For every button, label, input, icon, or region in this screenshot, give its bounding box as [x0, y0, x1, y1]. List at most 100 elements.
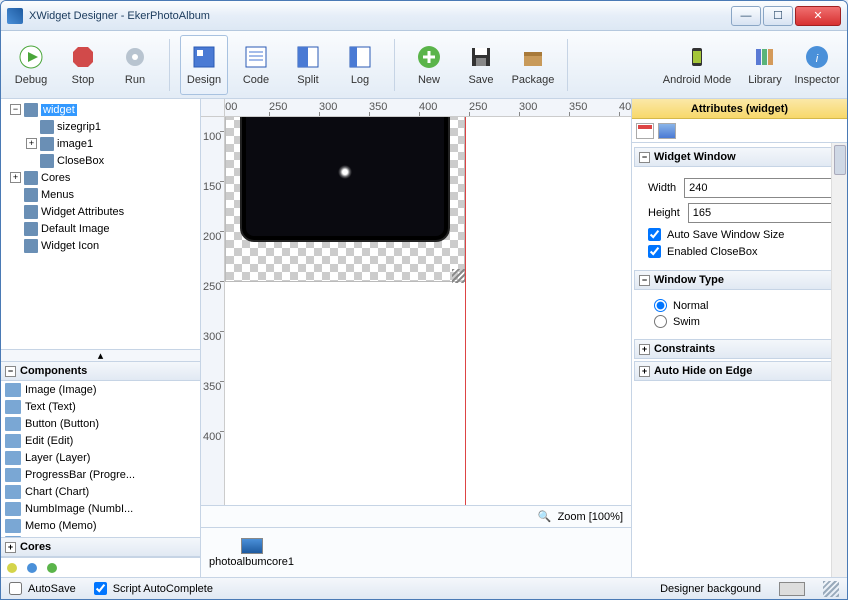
wintype-swim-radio[interactable] — [654, 315, 667, 328]
tree-splitter[interactable]: ▴ — [1, 349, 200, 361]
component-item[interactable]: Image (Image) — [1, 381, 200, 398]
width-input[interactable]: ▲▼ — [684, 178, 847, 198]
expand-icon[interactable]: − — [10, 104, 21, 115]
component-label: Button (Button) — [25, 418, 99, 430]
status-dot-yellow[interactable] — [7, 563, 17, 573]
code-icon — [242, 43, 270, 71]
tree-item[interactable]: Widget Attributes — [3, 203, 198, 220]
section-constraints[interactable]: +Constraints — [634, 339, 845, 359]
library-icon — [751, 43, 779, 71]
resize-grip[interactable] — [823, 581, 839, 597]
widget-preview[interactable] — [240, 117, 450, 242]
attr-tab-cube[interactable] — [658, 123, 676, 139]
tree-item[interactable]: −widget — [3, 101, 198, 118]
component-icon — [5, 383, 21, 397]
component-item[interactable]: NumbImage (NumbI... — [1, 500, 200, 517]
component-item[interactable]: Chart (Chart) — [1, 483, 200, 500]
new-button[interactable]: New — [405, 35, 453, 95]
android-icon — [683, 43, 711, 71]
zoom-bar: 🔍 Zoom [100%] — [201, 505, 631, 527]
design-button[interactable]: Design — [180, 35, 228, 95]
components-list[interactable]: Image (Image)Text (Text) Button (Button) E… — [1, 381, 200, 537]
component-label: Memo (Memo) — [25, 520, 97, 532]
attributes-tabs — [632, 119, 847, 143]
info-icon: i — [803, 43, 831, 71]
component-item[interactable]: Text (Text) — [1, 398, 200, 415]
main-toolbar: Debug Stop Run Design Code Split Log New… — [1, 31, 847, 99]
cores-header[interactable]: +Cores — [1, 537, 200, 557]
package-button[interactable]: Package — [509, 35, 557, 95]
status-autocomplete-checkbox[interactable] — [94, 582, 107, 595]
ruler-corner — [201, 99, 225, 117]
design-canvas[interactable] — [225, 117, 631, 505]
tree-item[interactable]: +image1 — [3, 135, 198, 152]
tree-item[interactable]: CloseBox — [3, 152, 198, 169]
app-icon — [7, 8, 23, 24]
component-item[interactable]: Edit (Edit) — [1, 432, 200, 449]
section-window-type[interactable]: −Window Type — [634, 270, 845, 290]
tree-node-label: Widget Icon — [41, 240, 99, 252]
designer-bg-swatch[interactable] — [779, 582, 805, 596]
component-item[interactable]: Memo (Memo) — [1, 517, 200, 534]
attr-tab-general[interactable] — [636, 123, 654, 139]
wintype-normal-radio[interactable] — [654, 299, 667, 312]
save-button[interactable]: Save — [457, 35, 505, 95]
tree-node-label: CloseBox — [57, 155, 104, 167]
stop-button[interactable]: Stop — [59, 35, 107, 95]
components-header[interactable]: −Components — [1, 361, 200, 381]
widget-tree[interactable]: −widgetsizegrip1+image1 CloseBox + Cores Men… — [1, 99, 200, 349]
tree-item[interactable]: Menus — [3, 186, 198, 203]
tree-item[interactable]: Widget Icon — [3, 237, 198, 254]
log-button[interactable]: Log — [336, 35, 384, 95]
tree-node-label: Default Image — [41, 223, 109, 235]
ruler-horizontal: 200250300350400250300350400 — [225, 99, 631, 117]
component-icon — [5, 417, 21, 431]
plus-icon — [415, 43, 443, 71]
closebox-checkbox[interactable] — [648, 245, 661, 258]
tree-node-icon — [24, 103, 38, 117]
section-autohide[interactable]: +Auto Hide on Edge — [634, 361, 845, 381]
guide-line — [465, 117, 466, 505]
tree-item[interactable]: sizegrip1 — [3, 118, 198, 135]
section-widget-window[interactable]: −Widget Window — [634, 147, 845, 167]
status-autosave-checkbox[interactable] — [9, 582, 22, 595]
tree-node-icon — [40, 154, 54, 168]
autosave-checkbox[interactable] — [648, 228, 661, 241]
code-button[interactable]: Code — [232, 35, 280, 95]
attributes-scrollbar[interactable] — [831, 143, 847, 577]
window-title: XWidget Designer - EkerPhotoAlbum — [29, 10, 731, 22]
tree-item[interactable]: Default Image — [3, 220, 198, 237]
left-panel: −widgetsizegrip1+image1 CloseBox + Cores Men… — [1, 99, 201, 577]
attributes-body: −Widget Window Width ▲▼ Height ▲▼ Auto S… — [632, 143, 847, 577]
minimize-button[interactable]: — — [731, 6, 761, 26]
core-thumb[interactable]: photoalbumcore1 — [209, 538, 294, 568]
component-item[interactable]: Layer (Layer) — [1, 449, 200, 466]
log-icon — [346, 43, 374, 71]
maximize-button[interactable]: ☐ — [763, 6, 793, 26]
status-dot-blue[interactable] — [27, 563, 37, 573]
core-icon — [241, 538, 263, 554]
split-button[interactable]: Split — [284, 35, 332, 95]
component-item[interactable]: ProgressBar (Progre... — [1, 466, 200, 483]
expand-icon[interactable]: + — [26, 138, 37, 149]
tree-item[interactable]: + Cores — [3, 169, 198, 186]
expand-icon[interactable]: + — [10, 172, 21, 183]
debug-button[interactable]: Debug — [7, 35, 55, 95]
status-dot-green[interactable] — [47, 563, 57, 573]
zoom-label[interactable]: Zoom [100%] — [558, 511, 623, 523]
component-icon — [5, 485, 21, 499]
inspector-button[interactable]: iInspector — [793, 35, 841, 95]
height-input[interactable]: ▲▼ — [688, 203, 847, 223]
tree-node-label: Cores — [41, 172, 70, 184]
component-item[interactable]: Button (Button) — [1, 415, 200, 432]
left-footer — [1, 557, 200, 577]
widget-bounds[interactable] — [225, 117, 465, 282]
sizegrip-handle[interactable] — [452, 269, 466, 283]
android-mode-button[interactable]: Android Mode — [657, 35, 737, 95]
close-button[interactable]: ✕ — [795, 6, 841, 26]
split-icon — [294, 43, 322, 71]
component-icon — [5, 519, 21, 533]
app-window: XWidget Designer - EkerPhotoAlbum — ☐ ✕ … — [0, 0, 848, 600]
library-button[interactable]: Library — [741, 35, 789, 95]
run-button[interactable]: Run — [111, 35, 159, 95]
